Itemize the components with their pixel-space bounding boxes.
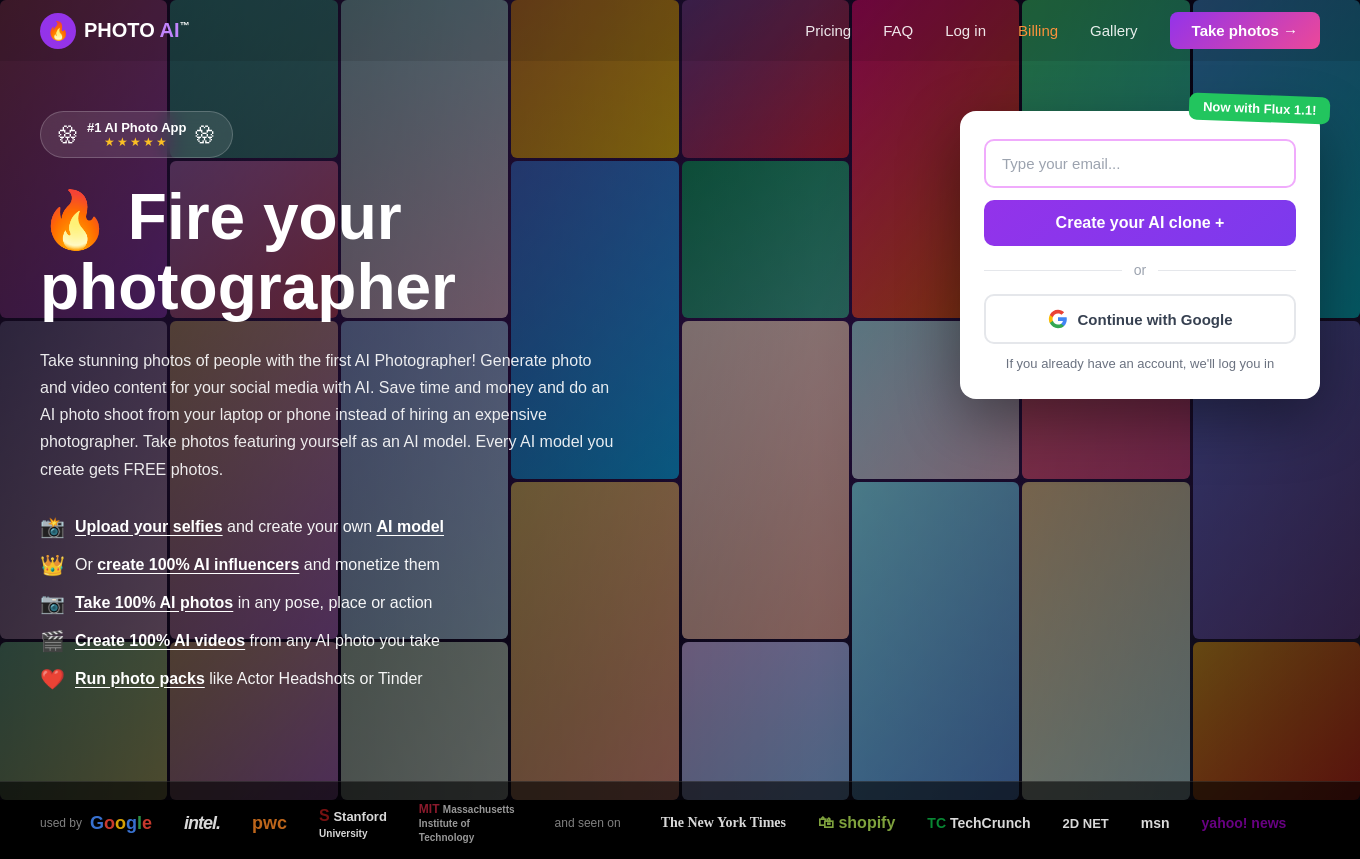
google-icon [1048, 309, 1068, 329]
photos-text: in any pose, place or action [238, 594, 433, 611]
ai-videos-link[interactable]: Create 100% AI videos [75, 632, 245, 649]
award-badge: 🏵 #1 AI Photo App ★★★★★ 🏵 [40, 111, 233, 158]
seen-on-label: and seen on [555, 816, 621, 830]
packs-icon: ❤️ [40, 667, 65, 691]
headline-emoji: 🔥 [40, 188, 110, 251]
intel-brand: intel. [184, 813, 220, 834]
feature-item-photos: 📷 Take 100% AI photos in any pose, place… [40, 591, 720, 615]
feature-item-videos: 🎬 Create 100% AI videos from any AI phot… [40, 629, 720, 653]
or-divider: or [984, 262, 1296, 278]
feature-item-influencers: 👑 Or create 100% AI influencers and mone… [40, 553, 720, 577]
laurel-left-icon: 🏵 [57, 122, 79, 148]
logo-tm-text: ™ [180, 20, 190, 31]
brands-logos: Google intel. pwc S StanfordUniversity M… [90, 802, 1286, 844]
logo-ai-text: AI [160, 19, 180, 41]
photo-packs-link[interactable]: Run photo packs [75, 670, 205, 687]
zdnet-brand: 2D NET [1063, 816, 1109, 831]
headline-line1: Fire your [128, 181, 402, 253]
selfies-link[interactable]: Upload your selfies [75, 518, 223, 535]
google-brand: Google [90, 813, 152, 834]
photos-icon: 📷 [40, 591, 65, 615]
signup-card: Create your AI clone + or Continue with … [960, 111, 1320, 399]
signup-card-wrapper: Now with Flux 1.1! Create your AI clone … [960, 111, 1320, 399]
influencers-link[interactable]: create 100% AI influencers [97, 556, 299, 573]
hero-content: 🏵 #1 AI Photo App ★★★★★ 🏵 🔥 Fire your ph… [40, 91, 720, 691]
logo[interactable]: 🔥 PHOTO AI™ [40, 13, 190, 49]
login-hint: If you already have an account, we'll lo… [984, 356, 1296, 371]
pwc-brand: pwc [252, 813, 287, 834]
logo-photo-text: PHOTO [84, 19, 155, 41]
nav-links: Pricing FAQ Log in Billing Gallery Take … [805, 12, 1320, 49]
nyt-brand: The New York Times [661, 815, 786, 831]
nav-link-gallery[interactable]: Gallery [1090, 22, 1138, 39]
feature-list: 📸 Upload your selfies and create your ow… [40, 515, 720, 691]
nav-link-faq[interactable]: FAQ [883, 22, 913, 39]
feature-item-selfies: 📸 Upload your selfies and create your ow… [40, 515, 720, 539]
laurel-right-icon: 🏵 [194, 122, 216, 148]
email-input[interactable] [984, 139, 1296, 188]
award-title: #1 AI Photo App [87, 120, 186, 135]
headline-line2: photographer [40, 251, 456, 323]
selfies-text: and create your own [227, 518, 376, 535]
svg-text:🔥: 🔥 [47, 20, 70, 42]
hero-section: 🏵 #1 AI Photo App ★★★★★ 🏵 🔥 Fire your ph… [0, 61, 1360, 781]
videos-text: from any AI photo you take [250, 632, 440, 649]
packs-text: like Actor Headshots or Tinder [209, 670, 422, 687]
hero-headline: 🔥 Fire your photographer [40, 182, 720, 323]
mit-brand: MIT MassachusettsInstitute ofTechnology [419, 802, 515, 844]
logo-icon: 🔥 [40, 13, 76, 49]
stanford-brand: S StanfordUniversity [319, 807, 387, 840]
nav-cta-button[interactable]: Take photos → [1170, 12, 1320, 49]
google-signin-button[interactable]: Continue with Google [984, 294, 1296, 344]
flux-badge: Now with Flux 1.1! [1188, 93, 1330, 125]
videos-icon: 🎬 [40, 629, 65, 653]
techcrunch-brand: TC TechCrunch [927, 815, 1030, 831]
feature-item-packs: ❤️ Run photo packs like Actor Headshots … [40, 667, 720, 691]
used-by-label: used by [40, 816, 82, 830]
selfies-icon: 📸 [40, 515, 65, 539]
ai-model-link[interactable]: AI model [376, 518, 444, 535]
influencers-text: and monetize them [304, 556, 440, 573]
influencers-icon: 👑 [40, 553, 65, 577]
nav-link-pricing[interactable]: Pricing [805, 22, 851, 39]
nav-link-billing[interactable]: Billing [1018, 22, 1058, 39]
award-stars: ★★★★★ [87, 135, 186, 149]
yahoo-brand: yahoo! news [1202, 815, 1287, 831]
hero-description: Take stunning photos of people with the … [40, 347, 620, 483]
create-clone-button[interactable]: Create your AI clone + [984, 200, 1296, 246]
navbar: 🔥 PHOTO AI™ Pricing FAQ Log in Billing G… [0, 0, 1360, 61]
shopify-brand: 🛍 shopify [818, 814, 895, 832]
brands-section: used by Google intel. pwc S StanfordUniv… [0, 781, 1360, 859]
ai-photos-link[interactable]: Take 100% AI photos [75, 594, 233, 611]
msn-brand: msn [1141, 815, 1170, 831]
nav-link-login[interactable]: Log in [945, 22, 986, 39]
